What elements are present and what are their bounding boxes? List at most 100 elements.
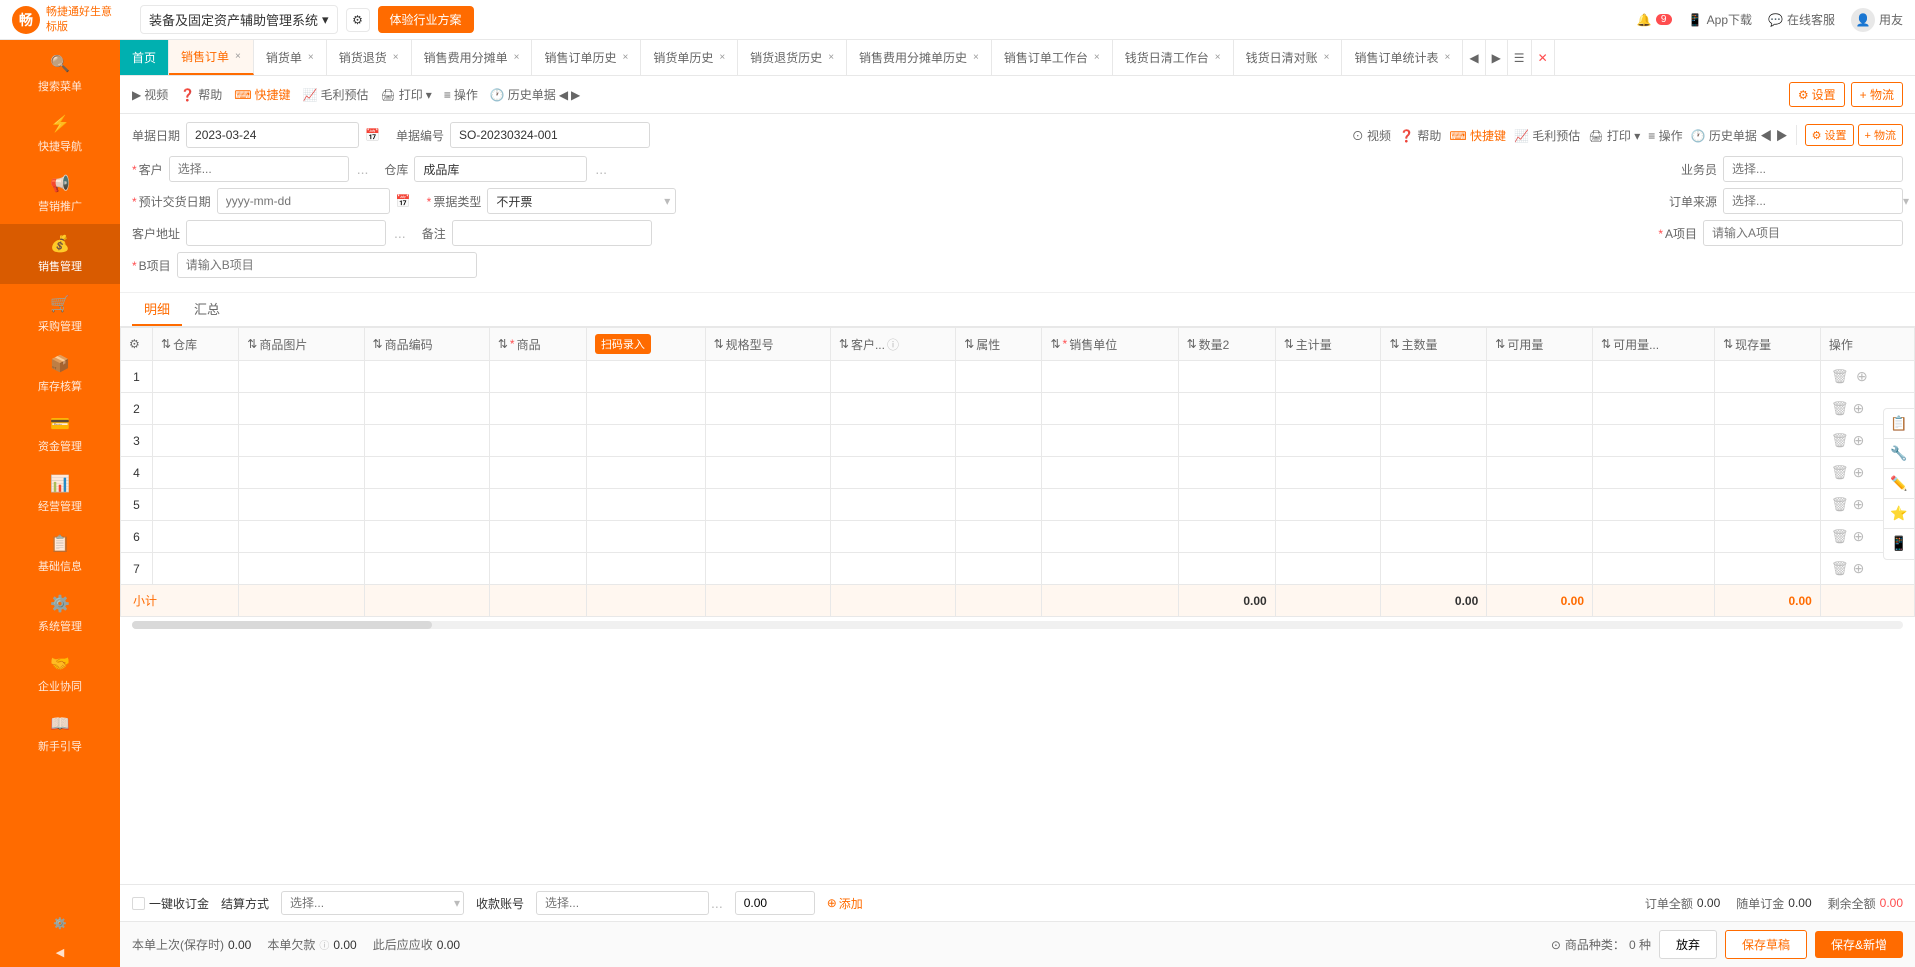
tab-sales-expense-history[interactable]: 销售费用分摊单历史× <box>847 40 992 75</box>
tab-detail[interactable]: 明细 <box>132 293 182 326</box>
online-support-btn[interactable]: 💬 在线客服 <box>1768 11 1835 28</box>
delivery-date-input[interactable] <box>217 188 390 214</box>
sidebar-item-inventory[interactable]: 📦 库存核算 <box>0 344 120 404</box>
delivery-calendar-icon[interactable]: 📅 <box>396 194 411 208</box>
tab-close-icon[interactable]: × <box>1444 52 1450 63</box>
a-project-input[interactable] <box>1703 220 1903 246</box>
toolbar-profit-btn[interactable]: 📈 毛利预估 <box>303 86 369 103</box>
discard-btn[interactable]: 放弃 <box>1659 930 1717 959</box>
toolbar-shortcut-text[interactable]: ⌨ 快捷键 <box>1449 127 1506 144</box>
cell-unit[interactable] <box>1042 361 1178 393</box>
tab-prev-btn[interactable]: ◀ <box>1463 40 1485 75</box>
cell-scan[interactable] <box>586 361 705 393</box>
scan-btn[interactable]: 扫码录入 <box>595 334 651 354</box>
sidebar-item-cooperation[interactable]: 🤝 企业协同 <box>0 644 120 704</box>
cell-current-stock[interactable] <box>1715 361 1821 393</box>
toolbar-help-text[interactable]: ❓ 帮助 <box>1399 127 1441 144</box>
settings-icon[interactable]: ⚙ <box>346 8 370 32</box>
cell-spec[interactable] <box>705 361 830 393</box>
tab-close-icon[interactable]: × <box>1324 52 1330 63</box>
save-new-btn[interactable]: 保存&新增 <box>1815 931 1903 958</box>
order-no-input[interactable] <box>450 122 650 148</box>
b-project-input[interactable] <box>177 252 477 278</box>
sidebar-item-guide[interactable]: 📖 新手引导 <box>0 704 120 764</box>
settings-btn[interactable]: ⚙ 设置 <box>1789 82 1845 107</box>
sidebar-item-operations[interactable]: 📊 经营管理 <box>0 464 120 524</box>
tab-next-btn[interactable]: ▶ <box>1486 40 1508 75</box>
toolbar-help-btn[interactable]: ❓ 帮助 <box>180 86 222 103</box>
right-icon-2[interactable]: 🔧 <box>1884 439 1914 469</box>
sidebar-settings-btn[interactable]: ⚙️ <box>0 909 120 938</box>
tab-close-icon[interactable]: × <box>622 52 628 63</box>
customer-more-icon[interactable]: ... <box>357 161 369 177</box>
tab-close-icon[interactable]: × <box>308 52 314 63</box>
toolbar-print-text[interactable]: 🖨 打印 ▾ <box>1588 127 1640 144</box>
sidebar-item-system[interactable]: ⚙️ 系统管理 <box>0 584 120 644</box>
settings-action-btn[interactable]: ⚙ 设置 <box>1805 124 1854 146</box>
sidebar-collapse-btn[interactable]: ◀ <box>0 938 120 967</box>
sidebar-item-finance[interactable]: 💳 资金管理 <box>0 404 120 464</box>
table-settings-icon[interactable]: ⚙ <box>129 337 140 351</box>
payment-method-input[interactable] <box>281 891 464 915</box>
tab-sales-expense[interactable]: 销售费用分摊单× <box>412 40 533 75</box>
cell-warehouse[interactable] <box>153 361 239 393</box>
tab-daily-clear-workbench[interactable]: 钱货日清工作台× <box>1113 40 1234 75</box>
right-icon-1[interactable]: 📋 <box>1884 409 1914 439</box>
toolbar-view-btn[interactable]: ▶ 视频 <box>132 86 168 103</box>
tab-menu-btn[interactable]: ☰ <box>1508 40 1532 75</box>
cell-main-qty[interactable] <box>1381 361 1487 393</box>
tab-close-icon[interactable]: × <box>235 51 241 62</box>
save-draft-btn[interactable]: 保存草稿 <box>1725 930 1807 959</box>
warehouse-input[interactable] <box>414 156 587 182</box>
tab-sales-return-history[interactable]: 销货退货历史× <box>738 40 847 75</box>
one-click-collect-checkbox[interactable]: 一键收订金 <box>132 895 209 912</box>
delete-icon[interactable]: 🗑 <box>1831 560 1849 576</box>
delete-icon[interactable]: 🗑 <box>1831 528 1849 544</box>
copy-icon[interactable]: ⊕ <box>1853 528 1865 544</box>
info-icon[interactable]: ⓘ <box>319 937 329 952</box>
tab-sales-receipt-history[interactable]: 销货单历史× <box>641 40 738 75</box>
toolbar-actions-btn[interactable]: ≡ 操作 <box>444 86 478 103</box>
sidebar-item-basic[interactable]: 📋 基础信息 <box>0 524 120 584</box>
tab-close-icon[interactable]: × <box>393 52 399 63</box>
add-material-btn[interactable]: + 物流 <box>1851 82 1903 107</box>
cell-image[interactable] <box>239 361 364 393</box>
toolbar-history-text[interactable]: 🕐 历史单据 ◀ ▶ <box>1691 127 1788 144</box>
add-material-action-btn[interactable]: + 物流 <box>1858 124 1903 146</box>
cell-code[interactable] <box>364 361 489 393</box>
tab-sales-order-history[interactable]: 销售订单历史× <box>532 40 641 75</box>
tab-summary[interactable]: 汇总 <box>182 293 232 326</box>
copy-icon[interactable]: ⊕ <box>1853 464 1865 480</box>
copy-icon[interactable]: ⊕ <box>1853 400 1865 416</box>
delete-icon[interactable]: 🗑 <box>1831 432 1849 448</box>
copy-icon[interactable]: ⊕ <box>1856 368 1868 384</box>
sidebar-item-search[interactable]: 🔍 搜索菜单 <box>0 44 120 104</box>
app-download-btn[interactable]: 📱 App下载 <box>1688 11 1752 28</box>
cell-attr[interactable] <box>956 361 1042 393</box>
right-icon-4[interactable]: ⭐ <box>1884 499 1914 529</box>
tab-close-icon[interactable]: × <box>1094 52 1100 63</box>
toolbar-history-btn[interactable]: 🕐 历史单据 ◀ ▶ <box>490 86 580 103</box>
tab-sales-order[interactable]: 销售订单× <box>169 40 254 75</box>
copy-icon[interactable]: ⊕ <box>1853 560 1865 576</box>
amount-input[interactable] <box>735 891 815 915</box>
copy-icon[interactable]: ⊕ <box>1853 496 1865 512</box>
delete-icon[interactable]: 🗑 <box>1831 464 1849 480</box>
date-input[interactable] <box>186 122 359 148</box>
add-btn[interactable]: ⊕ 添加 <box>827 895 863 912</box>
delete-icon[interactable]: 🗑 <box>1831 496 1849 512</box>
cell-qty2[interactable] <box>1178 361 1275 393</box>
tab-sales-stat[interactable]: 销售订单统计表× <box>1342 40 1463 75</box>
account-input[interactable] <box>536 891 709 915</box>
customer-input[interactable] <box>169 156 349 182</box>
right-icon-3[interactable]: ✏️ <box>1884 469 1914 499</box>
note-input[interactable] <box>452 220 652 246</box>
copy-icon[interactable]: ⊕ <box>1853 432 1865 448</box>
account-more-icon[interactable]: ... <box>711 895 723 911</box>
delete-icon[interactable]: 🗑 <box>1831 400 1849 416</box>
tab-daily-reconcile[interactable]: 钱货日清对账× <box>1234 40 1343 75</box>
toolbar-profit-text[interactable]: 📈 毛利预估 <box>1514 127 1580 144</box>
tab-close-icon[interactable]: × <box>973 52 979 63</box>
tab-close-all-btn[interactable]: ✕ <box>1532 40 1555 75</box>
tab-home[interactable]: 首页 <box>120 40 169 75</box>
